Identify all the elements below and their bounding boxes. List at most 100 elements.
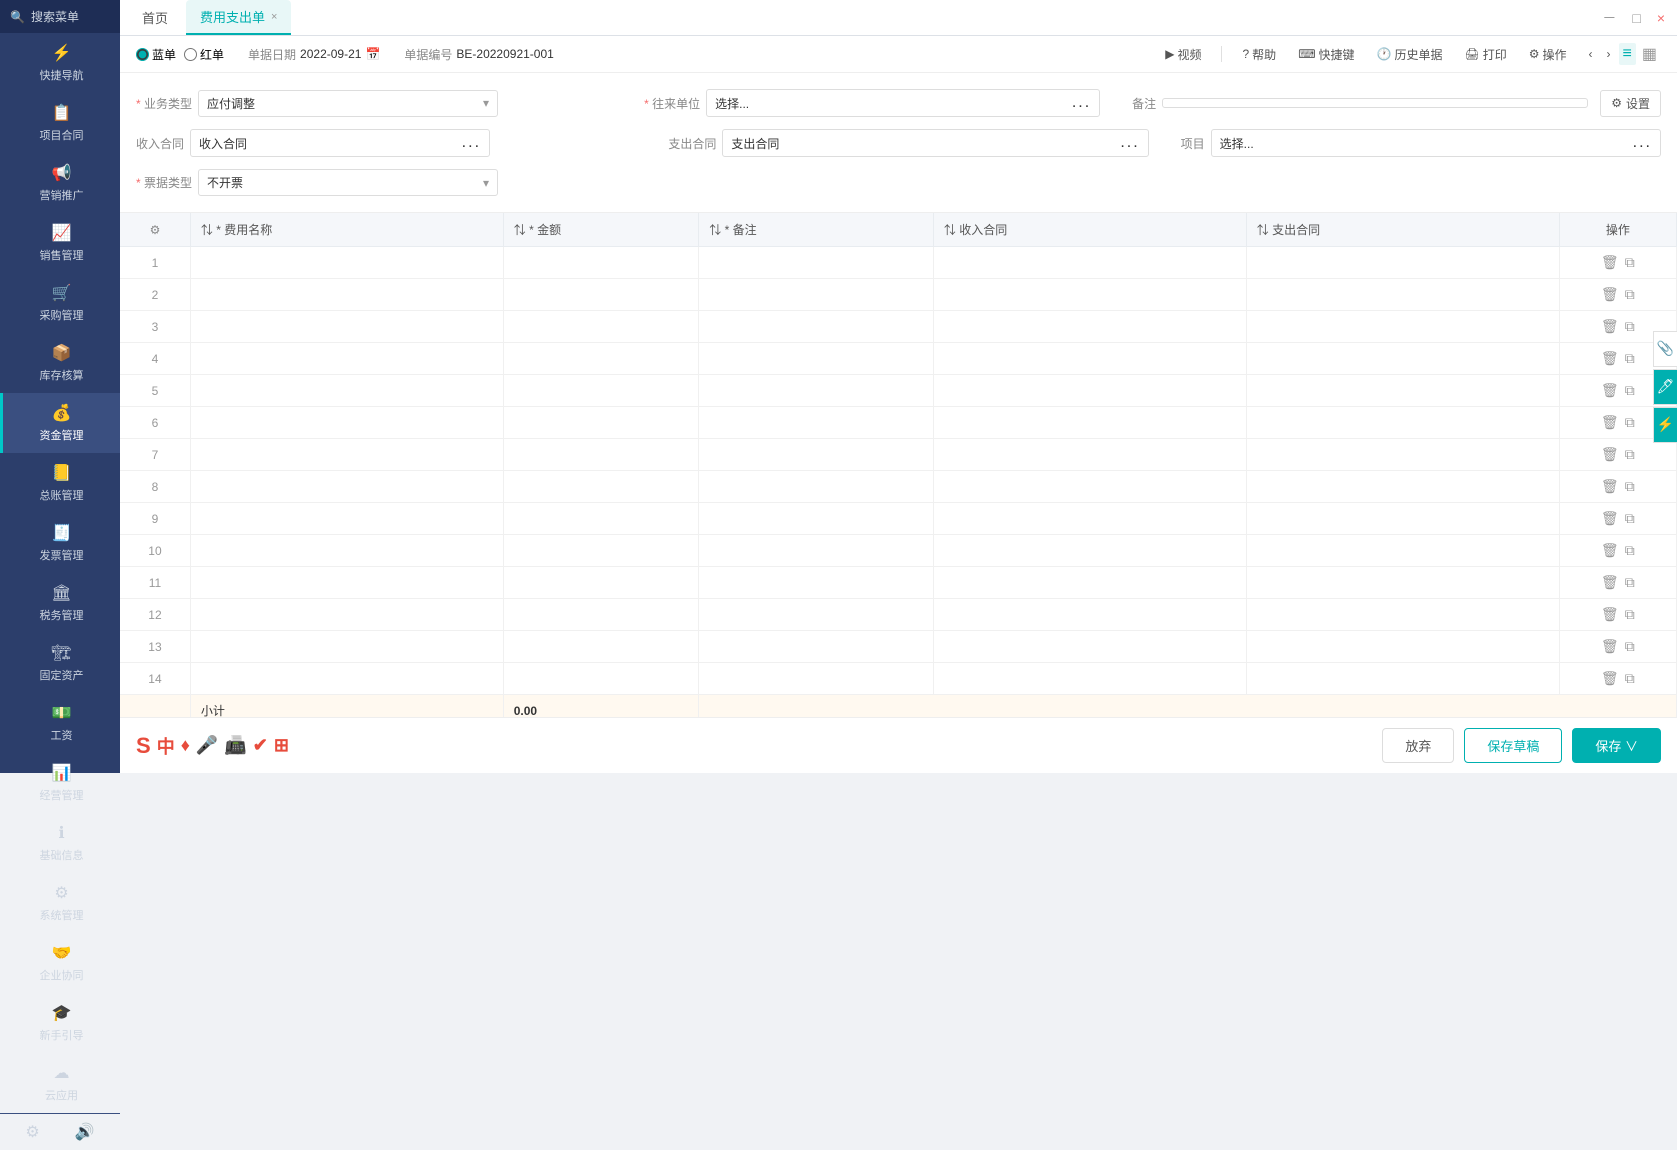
row-9-note[interactable]	[699, 503, 934, 535]
row-12-amount[interactable]	[503, 599, 699, 631]
row-9-expense[interactable]	[1246, 503, 1559, 535]
tab-expense-bill[interactable]: 费用支出单 ×	[186, 0, 291, 35]
row-12-note[interactable]	[699, 599, 934, 631]
row-4-amount[interactable]	[503, 343, 699, 375]
sidebar-item-sales[interactable]: 📈 销售管理	[0, 213, 120, 273]
row-13-delete-icon[interactable]: 🗑	[1601, 638, 1619, 655]
sidebar-item-payroll[interactable]: 💵 工资	[0, 693, 120, 753]
row-10-name[interactable]	[190, 535, 503, 567]
project-input[interactable]: 选择... ...	[1211, 129, 1661, 157]
gear-icon[interactable]: ⚙	[150, 223, 161, 237]
sidebar-item-fixed-assets[interactable]: 🏗 固定资产	[0, 633, 120, 693]
row-2-amount[interactable]	[503, 279, 699, 311]
row-7-amount[interactable]	[503, 439, 699, 471]
row-8-copy-icon[interactable]: ⧉	[1625, 478, 1635, 495]
help-btn[interactable]: ? 帮助	[1236, 43, 1282, 66]
discard-button[interactable]: 放弃	[1382, 728, 1454, 763]
income-contract-ellipsis[interactable]: ...	[462, 134, 481, 152]
row-3-copy-icon[interactable]: ⧉	[1625, 318, 1635, 335]
row-14-income[interactable]	[933, 663, 1246, 695]
row-8-income[interactable]	[933, 471, 1246, 503]
row-1-amount[interactable]	[503, 247, 699, 279]
row-4-delete-icon[interactable]: 🗑	[1601, 350, 1619, 367]
row-13-copy-icon[interactable]: ⧉	[1625, 638, 1635, 655]
row-8-note[interactable]	[699, 471, 934, 503]
row-12-delete-icon[interactable]: 🗑	[1601, 606, 1619, 623]
counterpart-input[interactable]: 选择... ...	[706, 89, 1100, 117]
sidebar-item-marketing[interactable]: 📢 营销推广	[0, 153, 120, 213]
nav-next-btn[interactable]: ›	[1601, 44, 1617, 64]
minimize-btn[interactable]: －	[1598, 8, 1620, 28]
row-7-name[interactable]	[190, 439, 503, 471]
row-14-copy-icon[interactable]: ⧉	[1625, 670, 1635, 687]
row-2-delete-icon[interactable]: 🗑	[1601, 286, 1619, 303]
row-11-income[interactable]	[933, 567, 1246, 599]
row-6-delete-icon[interactable]: 🗑	[1601, 414, 1619, 431]
row-6-amount[interactable]	[503, 407, 699, 439]
row-10-copy-icon[interactable]: ⧉	[1625, 542, 1635, 559]
blue-radio-label[interactable]: 蓝单	[136, 46, 176, 63]
row-10-expense[interactable]	[1246, 535, 1559, 567]
sidebar-search[interactable]: 🔍 搜索菜单	[0, 0, 120, 33]
row-5-amount[interactable]	[503, 375, 699, 407]
settings-button[interactable]: ⚙ 设置	[1600, 90, 1661, 117]
project-ellipsis[interactable]: ...	[1633, 134, 1652, 152]
sidebar-item-project-contract[interactable]: 📋 项目合同	[0, 93, 120, 153]
row-2-income[interactable]	[933, 279, 1246, 311]
history-btn[interactable]: 🕐 历史单据	[1371, 43, 1449, 66]
row-4-name[interactable]	[190, 343, 503, 375]
sidebar-item-newbie[interactable]: 🎓 新手引导	[0, 993, 120, 1053]
row-5-note[interactable]	[699, 375, 934, 407]
row-1-expense[interactable]	[1246, 247, 1559, 279]
row-10-note[interactable]	[699, 535, 934, 567]
th-income-contract[interactable]: ⇅ 收入合同	[933, 213, 1246, 247]
maximize-btn[interactable]: □	[1628, 10, 1644, 26]
row-7-expense[interactable]	[1246, 439, 1559, 471]
row-12-income[interactable]	[933, 599, 1246, 631]
float-edit-btn[interactable]: 🖊	[1653, 369, 1677, 405]
th-name[interactable]: ⇅ * 费用名称	[190, 213, 503, 247]
row-5-expense[interactable]	[1246, 375, 1559, 407]
row-14-expense[interactable]	[1246, 663, 1559, 695]
save-draft-button[interactable]: 保存草稿	[1464, 728, 1562, 763]
row-5-name[interactable]	[190, 375, 503, 407]
row-3-name[interactable]	[190, 311, 503, 343]
row-1-name[interactable]	[190, 247, 503, 279]
row-4-note[interactable]	[699, 343, 934, 375]
shortcut-btn[interactable]: ⌨ 快捷键	[1292, 43, 1360, 66]
note-input[interactable]	[1162, 98, 1588, 108]
row-8-name[interactable]	[190, 471, 503, 503]
red-radio[interactable]	[184, 48, 197, 61]
row-1-copy-icon[interactable]: ⧉	[1625, 254, 1635, 271]
sidebar-item-accounting[interactable]: 📒 总账管理	[0, 453, 120, 513]
row-2-expense[interactable]	[1246, 279, 1559, 311]
row-13-amount[interactable]	[503, 631, 699, 663]
row-7-note[interactable]	[699, 439, 934, 471]
row-3-expense[interactable]	[1246, 311, 1559, 343]
row-11-name[interactable]	[190, 567, 503, 599]
row-3-delete-icon[interactable]: 🗑	[1601, 318, 1619, 335]
row-3-note[interactable]	[699, 311, 934, 343]
sidebar-item-ops-mgmt[interactable]: 📊 经营管理	[0, 753, 120, 813]
row-6-name[interactable]	[190, 407, 503, 439]
invoice-type-select[interactable]: 不开票 ▾	[198, 169, 498, 196]
sidebar-item-enterprise[interactable]: 🤝 企业协同	[0, 933, 120, 993]
sidebar-item-inventory[interactable]: 📦 库存核算	[0, 333, 120, 393]
row-9-delete-icon[interactable]: 🗑	[1601, 510, 1619, 527]
th-note[interactable]: ⇅ * 备注	[699, 213, 934, 247]
row-2-copy-icon[interactable]: ⧉	[1625, 286, 1635, 303]
row-2-name[interactable]	[190, 279, 503, 311]
save-button[interactable]: 保存 ∨	[1572, 728, 1661, 763]
tab-home[interactable]: 首页	[128, 0, 182, 35]
row-6-expense[interactable]	[1246, 407, 1559, 439]
row-8-amount[interactable]	[503, 471, 699, 503]
th-expense-contract[interactable]: ⇅ 支出合同	[1246, 213, 1559, 247]
row-11-expense[interactable]	[1246, 567, 1559, 599]
sidebar-item-cloud-app[interactable]: ☁ 云应用	[0, 1053, 120, 1113]
sidebar-item-tax[interactable]: 🏛 税务管理	[0, 573, 120, 633]
close-btn[interactable]: ×	[1653, 10, 1669, 26]
expense-contract-ellipsis[interactable]: ...	[1120, 134, 1139, 152]
sidebar-item-basic-info[interactable]: ℹ 基础信息	[0, 813, 120, 873]
row-12-copy-icon[interactable]: ⧉	[1625, 606, 1635, 623]
sidebar-item-quick-nav[interactable]: ⚡ 快捷导航	[0, 33, 120, 93]
